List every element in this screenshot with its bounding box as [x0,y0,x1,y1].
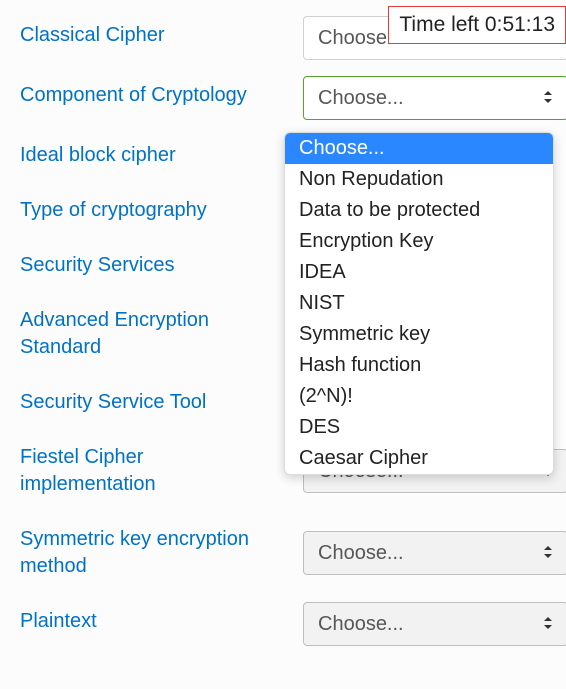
answer-select[interactable]: Choose... [303,602,566,646]
time-left-text: Time left 0:51:13 [399,13,555,36]
select-cell: Choose... [303,68,566,128]
dropdown-option[interactable]: DES [285,412,553,443]
dropdown-option[interactable]: IDEA [285,257,553,288]
answer-select[interactable]: Choose... [303,76,566,120]
dropdown-option[interactable]: Data to be protected [285,195,553,226]
select-cell: Choose... [303,594,566,654]
question-label: Component of Cryptology [20,68,285,128]
question-label: Classical Cipher [20,8,285,68]
dropdown-option[interactable]: Caesar Cipher [285,443,553,474]
time-left-badge: Time left 0:51:13 [388,6,566,44]
dropdown-option[interactable]: (2^N)! [285,381,553,412]
select-value: Choose... [318,87,404,110]
question-label: Security Services [20,238,285,293]
chevron-sort-icon [543,616,553,632]
question-label: Symmetric key encryption method [20,512,285,594]
dropdown-option[interactable]: Non Repudation [285,164,553,195]
question-label: Fiestel Cipher implementation [20,430,285,512]
question-label: Type of cryptography [20,183,285,238]
chevron-sort-icon [543,545,553,561]
dropdown-option[interactable]: Choose... [285,133,553,164]
question-label: Plaintext [20,594,285,654]
question-label: Ideal block cipher [20,128,285,183]
answer-select[interactable]: Choose... [303,531,566,575]
dropdown-option[interactable]: Hash function [285,350,553,381]
select-cell: Choose... [303,512,566,594]
dropdown-option[interactable]: Symmetric key [285,319,553,350]
chevron-sort-icon [543,90,553,106]
question-label: Advanced Encryption Standard [20,293,285,375]
question-label: Security Service Tool [20,375,285,430]
options-dropdown[interactable]: Choose...Non RepudationData to be protec… [284,132,554,475]
dropdown-option[interactable]: Encryption Key [285,226,553,257]
select-value: Choose... [318,542,404,565]
dropdown-option[interactable]: NIST [285,288,553,319]
select-value: Choose... [318,613,404,636]
